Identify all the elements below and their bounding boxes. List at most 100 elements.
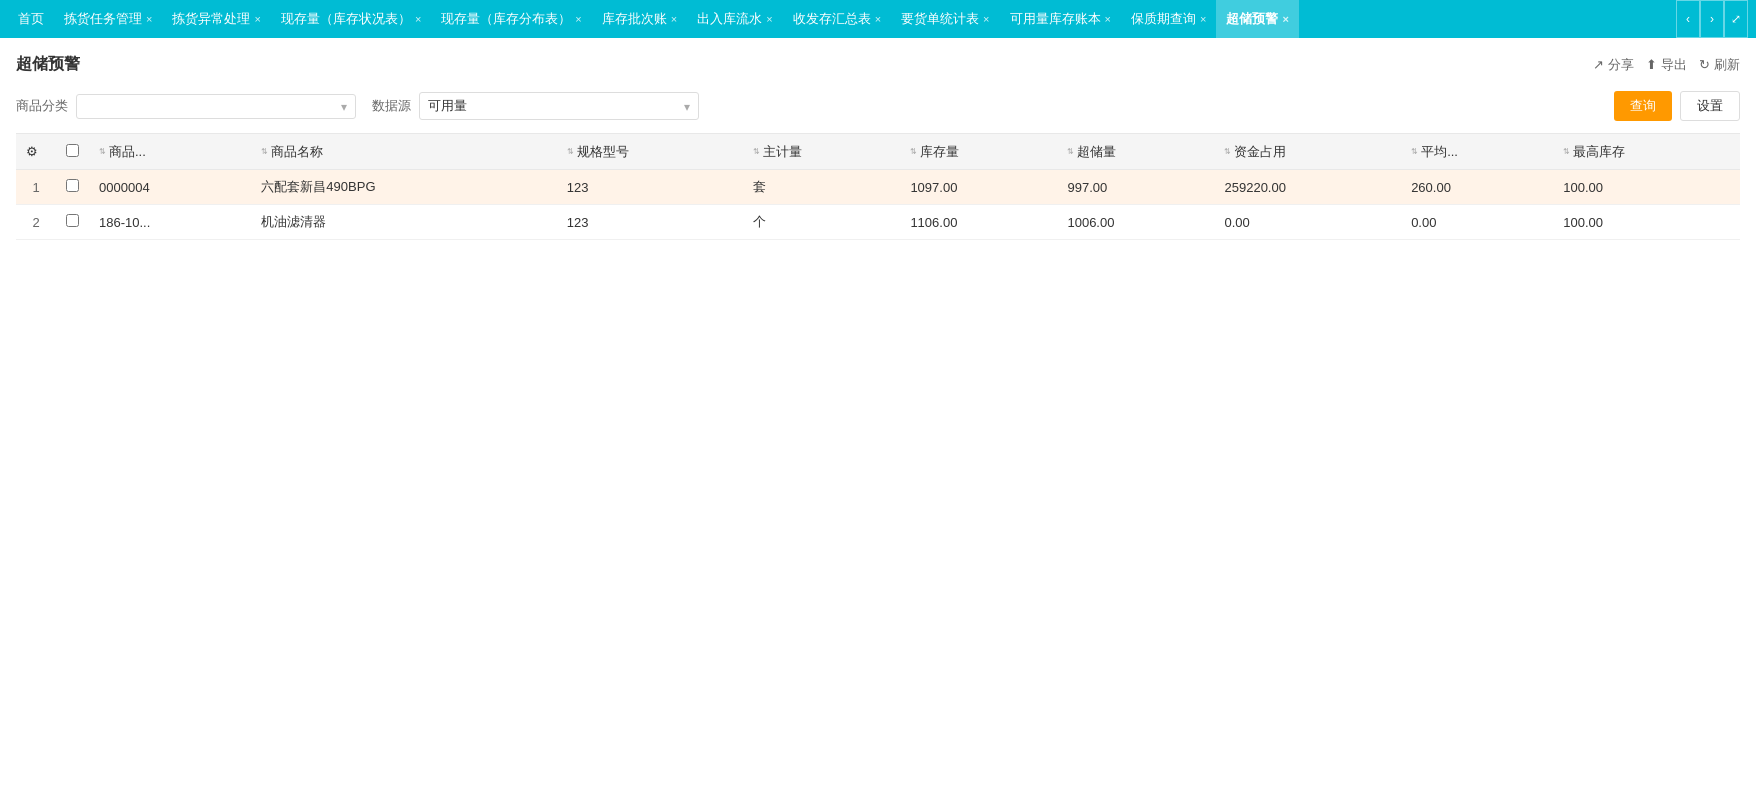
product-unit: 个 — [743, 205, 900, 240]
table-row[interactable]: 2 186-10... 机油滤清器 123 个 1106.00 1006.00 … — [16, 205, 1740, 240]
col-stock: ⇅ 库存量 — [900, 134, 1057, 170]
nav-close-4[interactable]: × — [575, 13, 581, 25]
product-code: 186-10... — [89, 205, 251, 240]
row-index: 1 — [16, 170, 56, 205]
share-button[interactable]: 分享 — [1593, 56, 1634, 74]
product-spec: 123 — [557, 205, 744, 240]
nav-item-8[interactable]: 要货单统计表 × — [891, 0, 999, 38]
share-icon — [1593, 57, 1604, 72]
nav-item-4[interactable]: 现存量（库存分布表） × — [431, 0, 591, 38]
product-name: 机油滤清器 — [251, 205, 556, 240]
sort-icon-spec[interactable]: ⇅ — [567, 148, 574, 156]
sort-icon-unit[interactable]: ⇅ — [753, 148, 760, 156]
row-checkbox-cell — [56, 170, 89, 205]
sort-icon-avg[interactable]: ⇅ — [1411, 148, 1418, 156]
sort-icon-name[interactable]: ⇅ — [261, 148, 268, 156]
product-stock: 1106.00 — [900, 205, 1057, 240]
product-overstock: 997.00 — [1057, 170, 1214, 205]
query-button[interactable]: 查询 — [1614, 91, 1672, 121]
col-overstock: ⇅ 超储量 — [1057, 134, 1214, 170]
category-select[interactable] — [76, 94, 356, 119]
col-gear — [16, 134, 56, 170]
product-spec: 123 — [557, 170, 744, 205]
nav-close-11[interactable]: × — [1282, 13, 1288, 25]
table-body: 1 0000004 六配套新昌490BPG 123 套 1097.00 997.… — [16, 170, 1740, 240]
nav-close-10[interactable]: × — [1200, 13, 1206, 25]
page-header: 超储预警 分享 导出 刷新 — [16, 54, 1740, 75]
export-button[interactable]: 导出 — [1646, 56, 1687, 74]
refresh-button[interactable]: 刷新 — [1699, 56, 1740, 74]
settings-button[interactable]: 设置 — [1680, 91, 1740, 121]
nav-next-button[interactable]: › — [1700, 0, 1724, 38]
product-code: 0000004 — [89, 170, 251, 205]
top-nav: 首页 拣货任务管理 × 拣货异常处理 × 现存量（库存状况表） × 现存量（库存… — [0, 0, 1756, 38]
row-checkbox[interactable] — [66, 214, 79, 227]
table-header-row: ⇅ 商品... ⇅ 商品名称 ⇅ 规格型号 — [16, 134, 1740, 170]
nav-item-1[interactable]: 拣货任务管理 × — [54, 0, 162, 38]
nav-close-8[interactable]: × — [983, 13, 989, 25]
header-actions: 分享 导出 刷新 — [1593, 56, 1740, 74]
nav-expand-button[interactable]: ⤢ — [1724, 0, 1748, 38]
nav-close-7[interactable]: × — [875, 13, 881, 25]
gear-icon[interactable] — [26, 144, 38, 159]
select-all-checkbox[interactable] — [66, 144, 79, 157]
nav-item-2[interactable]: 拣货异常处理 × — [162, 0, 270, 38]
datasource-value: 可用量 — [428, 97, 467, 115]
nav-close-6[interactable]: × — [766, 13, 772, 25]
table-row[interactable]: 1 0000004 六配套新昌490BPG 123 套 1097.00 997.… — [16, 170, 1740, 205]
col-checkbox-header — [56, 134, 89, 170]
nav-close-2[interactable]: × — [254, 13, 260, 25]
product-avg: 260.00 — [1401, 170, 1553, 205]
category-chevron-icon — [341, 99, 347, 114]
sort-icon-max[interactable]: ⇅ — [1563, 148, 1570, 156]
product-stock: 1097.00 — [900, 170, 1057, 205]
col-product-name: ⇅ 商品名称 — [251, 134, 556, 170]
nav-close-1[interactable]: × — [146, 13, 152, 25]
datasource-select[interactable]: 可用量 — [419, 92, 699, 120]
nav-item-3[interactable]: 现存量（库存状况表） × — [271, 0, 431, 38]
nav-item-7[interactable]: 收发存汇总表 × — [783, 0, 891, 38]
nav-close-3[interactable]: × — [415, 13, 421, 25]
data-table: ⇅ 商品... ⇅ 商品名称 ⇅ 规格型号 — [16, 133, 1740, 240]
page-title: 超储预警 — [16, 54, 80, 75]
nav-item-9[interactable]: 可用量库存账本 × — [1000, 0, 1121, 38]
refresh-icon — [1699, 57, 1710, 72]
product-capital: 0.00 — [1214, 205, 1401, 240]
col-avg: ⇅ 平均... — [1401, 134, 1553, 170]
sort-icon-code[interactable]: ⇅ — [99, 148, 106, 156]
product-name: 六配套新昌490BPG — [251, 170, 556, 205]
filter-actions: 查询 设置 — [1614, 91, 1740, 121]
sort-icon-overstock[interactable]: ⇅ — [1067, 148, 1074, 156]
product-avg: 0.00 — [1401, 205, 1553, 240]
category-label: 商品分类 — [16, 97, 68, 115]
datasource-chevron-icon — [684, 99, 690, 114]
export-icon — [1646, 57, 1657, 72]
filter-row: 商品分类 数据源 可用量 查询 设置 — [16, 91, 1740, 121]
datasource-filter: 数据源 可用量 — [372, 92, 699, 120]
main-content: 超储预警 分享 导出 刷新 商品分类 数据源 — [0, 38, 1756, 800]
nav-item-11[interactable]: 超储预警 × — [1216, 0, 1298, 38]
col-capital: ⇅ 资金占用 — [1214, 134, 1401, 170]
nav-close-5[interactable]: × — [671, 13, 677, 25]
nav-item-10[interactable]: 保质期查询 × — [1121, 0, 1216, 38]
nav-close-9[interactable]: × — [1105, 13, 1111, 25]
nav-item-home[interactable]: 首页 — [8, 0, 54, 38]
col-spec: ⇅ 规格型号 — [557, 134, 744, 170]
nav-prev-button[interactable]: ‹ — [1676, 0, 1700, 38]
product-capital: 259220.00 — [1214, 170, 1401, 205]
product-max-stock: 100.00 — [1553, 205, 1740, 240]
nav-item-6[interactable]: 出入库流水 × — [687, 0, 782, 38]
nav-arrows: ‹ › ⤢ — [1676, 0, 1748, 38]
row-index: 2 — [16, 205, 56, 240]
datasource-label: 数据源 — [372, 97, 411, 115]
product-unit: 套 — [743, 170, 900, 205]
nav-item-5[interactable]: 库存批次账 × — [592, 0, 687, 38]
row-checkbox[interactable] — [66, 179, 79, 192]
row-checkbox-cell — [56, 205, 89, 240]
col-max-stock: ⇅ 最高库存 — [1553, 134, 1740, 170]
category-filter: 商品分类 — [16, 94, 356, 119]
sort-icon-stock[interactable]: ⇅ — [910, 148, 917, 156]
col-unit: ⇅ 主计量 — [743, 134, 900, 170]
col-product-code: ⇅ 商品... — [89, 134, 251, 170]
sort-icon-capital[interactable]: ⇅ — [1224, 148, 1231, 156]
